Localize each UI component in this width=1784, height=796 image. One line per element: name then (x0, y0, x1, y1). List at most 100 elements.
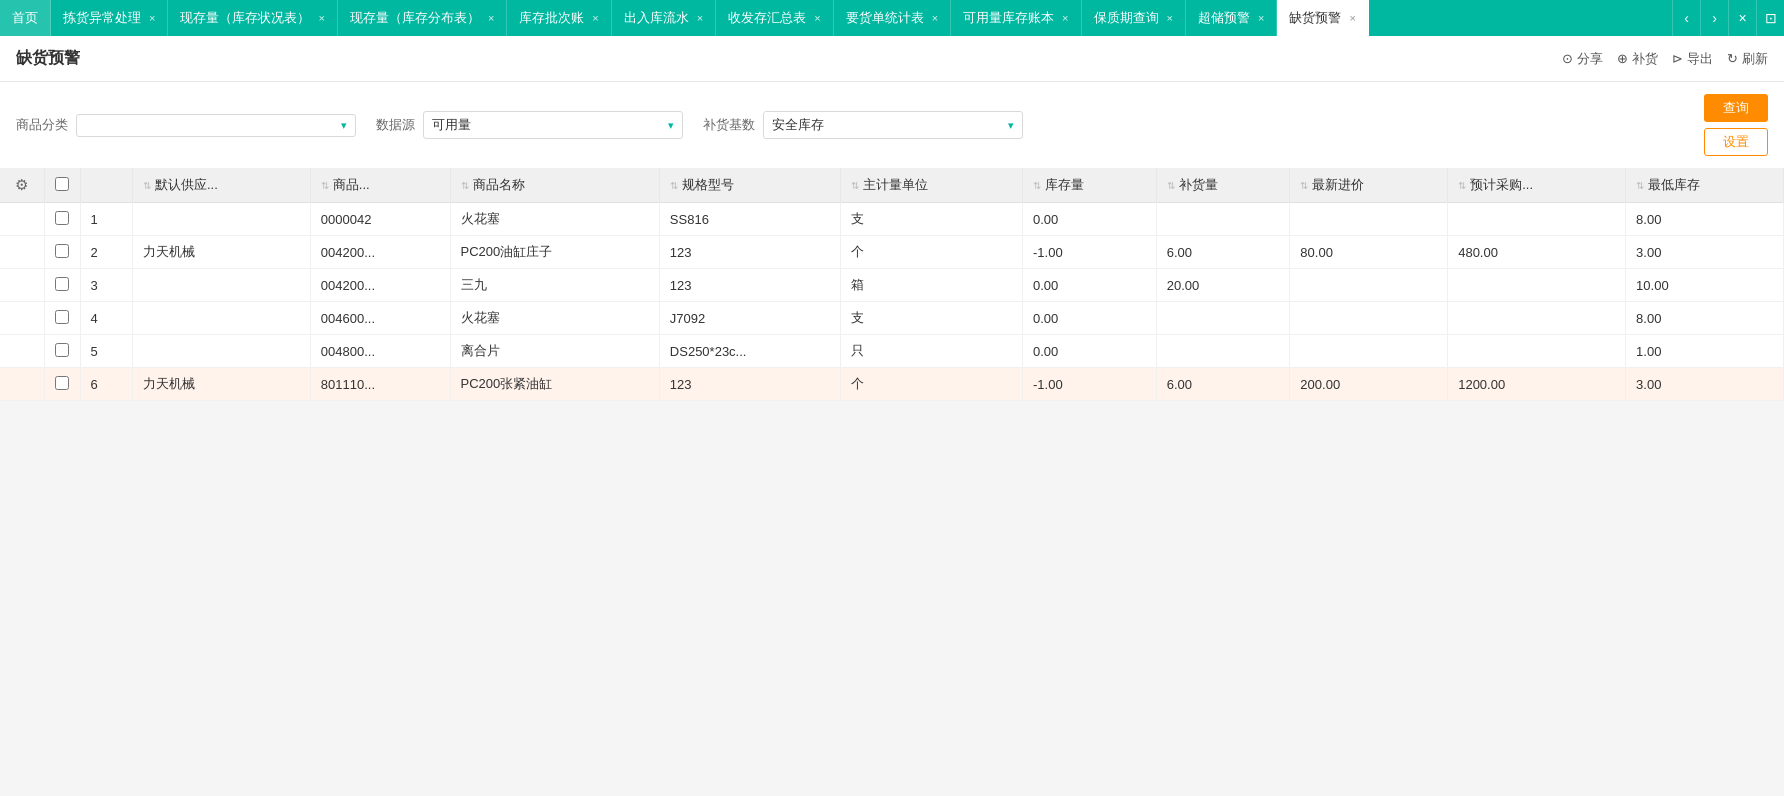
tab-overstock[interactable]: 超储预警 × (1186, 0, 1277, 36)
refresh-label: 刷新 (1742, 50, 1768, 68)
tab-stock-status[interactable]: 现存量（库存状况表） × (168, 0, 337, 36)
row-spec: 123 (659, 368, 840, 401)
row-index: 2 (80, 236, 132, 269)
row-gear-cell (0, 302, 44, 335)
category-select[interactable]: ▾ (76, 114, 356, 137)
row-product-name: 火花塞 (450, 302, 659, 335)
tab-close-btn[interactable]: × (1062, 12, 1068, 24)
tab-expiry[interactable]: 保质期查询× (1082, 0, 1186, 36)
row-unit: 箱 (841, 269, 1023, 302)
share-btn[interactable]: ⊙ 分享 (1562, 50, 1603, 68)
tab-close-btn[interactable]: × (1167, 12, 1173, 24)
row-checkbox[interactable] (55, 343, 69, 357)
replenish-base-select[interactable]: 安全库存 ▾ (763, 111, 1023, 139)
query-button[interactable]: 查询 (1704, 94, 1768, 122)
replenish-base-arrow-icon: ▾ (1008, 119, 1014, 132)
select-all-checkbox[interactable] (55, 177, 69, 191)
share-label: 分享 (1577, 50, 1603, 68)
row-est-purchase (1448, 302, 1626, 335)
tab-inout[interactable]: 出入库流水× (612, 0, 716, 36)
row-checkbox[interactable] (55, 211, 69, 225)
tab-exception[interactable]: 拣货异常处理× (51, 0, 168, 36)
replenish-btn[interactable]: ⊕ 补货 (1617, 50, 1658, 68)
tab-close-btn[interactable]: × (697, 12, 703, 24)
replenish-icon: ⊕ (1617, 51, 1628, 66)
row-supplier (132, 203, 310, 236)
tab-avail-ledger[interactable]: 可用量库存账本× (951, 0, 1081, 36)
settings-button[interactable]: 设置 (1704, 128, 1768, 156)
row-index: 6 (80, 368, 132, 401)
row-supplier (132, 335, 310, 368)
row-product-code: 004200... (310, 269, 450, 302)
row-replenish: 20.00 (1156, 269, 1290, 302)
close-current-tab-btn[interactable]: × (1728, 0, 1756, 36)
replenish-label: 补货 (1632, 50, 1658, 68)
export-btn[interactable]: ⊳ 导出 (1672, 50, 1713, 68)
tab-close-btn[interactable]: × (488, 12, 494, 24)
table-row: 1 0000042 火花塞 SS816 支 0.00 8.00 (0, 203, 1784, 236)
row-checkbox[interactable] (55, 376, 69, 390)
row-checkbox[interactable] (55, 244, 69, 258)
tab-label: 超储预警 (1198, 9, 1250, 27)
share-icon: ⊙ (1562, 51, 1573, 66)
tab-home[interactable]: 首页 (0, 0, 51, 36)
row-latest-price (1290, 335, 1448, 368)
table-row: 3 004200... 三九 123 箱 0.00 20.00 10.00 (0, 269, 1784, 302)
tab-label: 首页 (12, 9, 38, 27)
tab-stock-dist[interactable]: 现存量（库存分布表）× (338, 0, 507, 36)
th-est-purchase[interactable]: ⇅预计采购... (1448, 168, 1626, 203)
th-supplier[interactable]: ⇅默认供应... (132, 168, 310, 203)
tab-order-stat[interactable]: 要货单统计表× (834, 0, 951, 36)
row-min-stock: 3.00 (1626, 368, 1784, 401)
th-replenish[interactable]: ⇅补货量 (1156, 168, 1290, 203)
row-checkbox[interactable] (55, 310, 69, 324)
tab-batch[interactable]: 库存批次账× (507, 0, 611, 36)
row-product-code: 004200... (310, 236, 450, 269)
row-stock: 0.00 (1023, 203, 1157, 236)
row-product-code: 004600... (310, 302, 450, 335)
row-stock: 0.00 (1023, 335, 1157, 368)
th-unit[interactable]: ⇅主计量单位 (841, 168, 1023, 203)
column-settings-btn[interactable]: ⚙ (0, 168, 44, 203)
row-unit: 支 (841, 203, 1023, 236)
tab-label: 现存量（库存状况表） (180, 9, 310, 27)
table-header-row: ⚙ ⇅默认供应... ⇅商品... ⇅商品名称 ⇅规格型号 ⇅主计量单位 ⇅库存… (0, 168, 1784, 203)
th-min-stock[interactable]: ⇅最低库存 (1626, 168, 1784, 203)
th-product-name[interactable]: ⇅商品名称 (450, 168, 659, 203)
datasource-value: 可用量 (432, 116, 471, 134)
tab-close-btn[interactable]: × (149, 12, 155, 24)
row-supplier: 力天机械 (132, 368, 310, 401)
th-stock[interactable]: ⇅库存量 (1023, 168, 1157, 203)
row-product-name: 三九 (450, 269, 659, 302)
prev-tab-btn[interactable]: ‹ (1672, 0, 1700, 36)
row-est-purchase (1448, 269, 1626, 302)
row-checkbox-cell (44, 335, 80, 368)
datasource-select[interactable]: 可用量 ▾ (423, 111, 683, 139)
th-latest-price[interactable]: ⇅最新进价 (1290, 168, 1448, 203)
datasource-arrow-icon: ▾ (668, 119, 674, 132)
row-latest-price (1290, 269, 1448, 302)
row-unit: 个 (841, 368, 1023, 401)
close-all-tabs-btn[interactable]: ⊡ (1756, 0, 1784, 36)
tab-close-btn[interactable]: × (1349, 12, 1355, 24)
row-replenish: 6.00 (1156, 368, 1290, 401)
row-supplier (132, 302, 310, 335)
datasource-filter-group: 数据源 可用量 ▾ (376, 111, 683, 139)
tab-close-btn[interactable]: × (814, 12, 820, 24)
tab-close-btn[interactable]: × (318, 12, 324, 24)
tab-close-btn[interactable]: × (932, 12, 938, 24)
row-spec: 123 (659, 236, 840, 269)
tab-receipt[interactable]: 收发存汇总表× (716, 0, 833, 36)
next-tab-btn[interactable]: › (1700, 0, 1728, 36)
row-product-name: PC200油缸庄子 (450, 236, 659, 269)
tab-shortage[interactable]: 缺货预警× (1277, 0, 1368, 36)
refresh-btn[interactable]: ↻ 刷新 (1727, 50, 1768, 68)
th-spec[interactable]: ⇅规格型号 (659, 168, 840, 203)
tab-close-btn[interactable]: × (1258, 12, 1264, 24)
row-checkbox[interactable] (55, 277, 69, 291)
tab-close-btn[interactable]: × (592, 12, 598, 24)
row-gear-cell (0, 368, 44, 401)
replenish-base-filter-group: 补货基数 安全库存 ▾ (703, 111, 1023, 139)
row-checkbox-cell (44, 269, 80, 302)
th-product-code[interactable]: ⇅商品... (310, 168, 450, 203)
